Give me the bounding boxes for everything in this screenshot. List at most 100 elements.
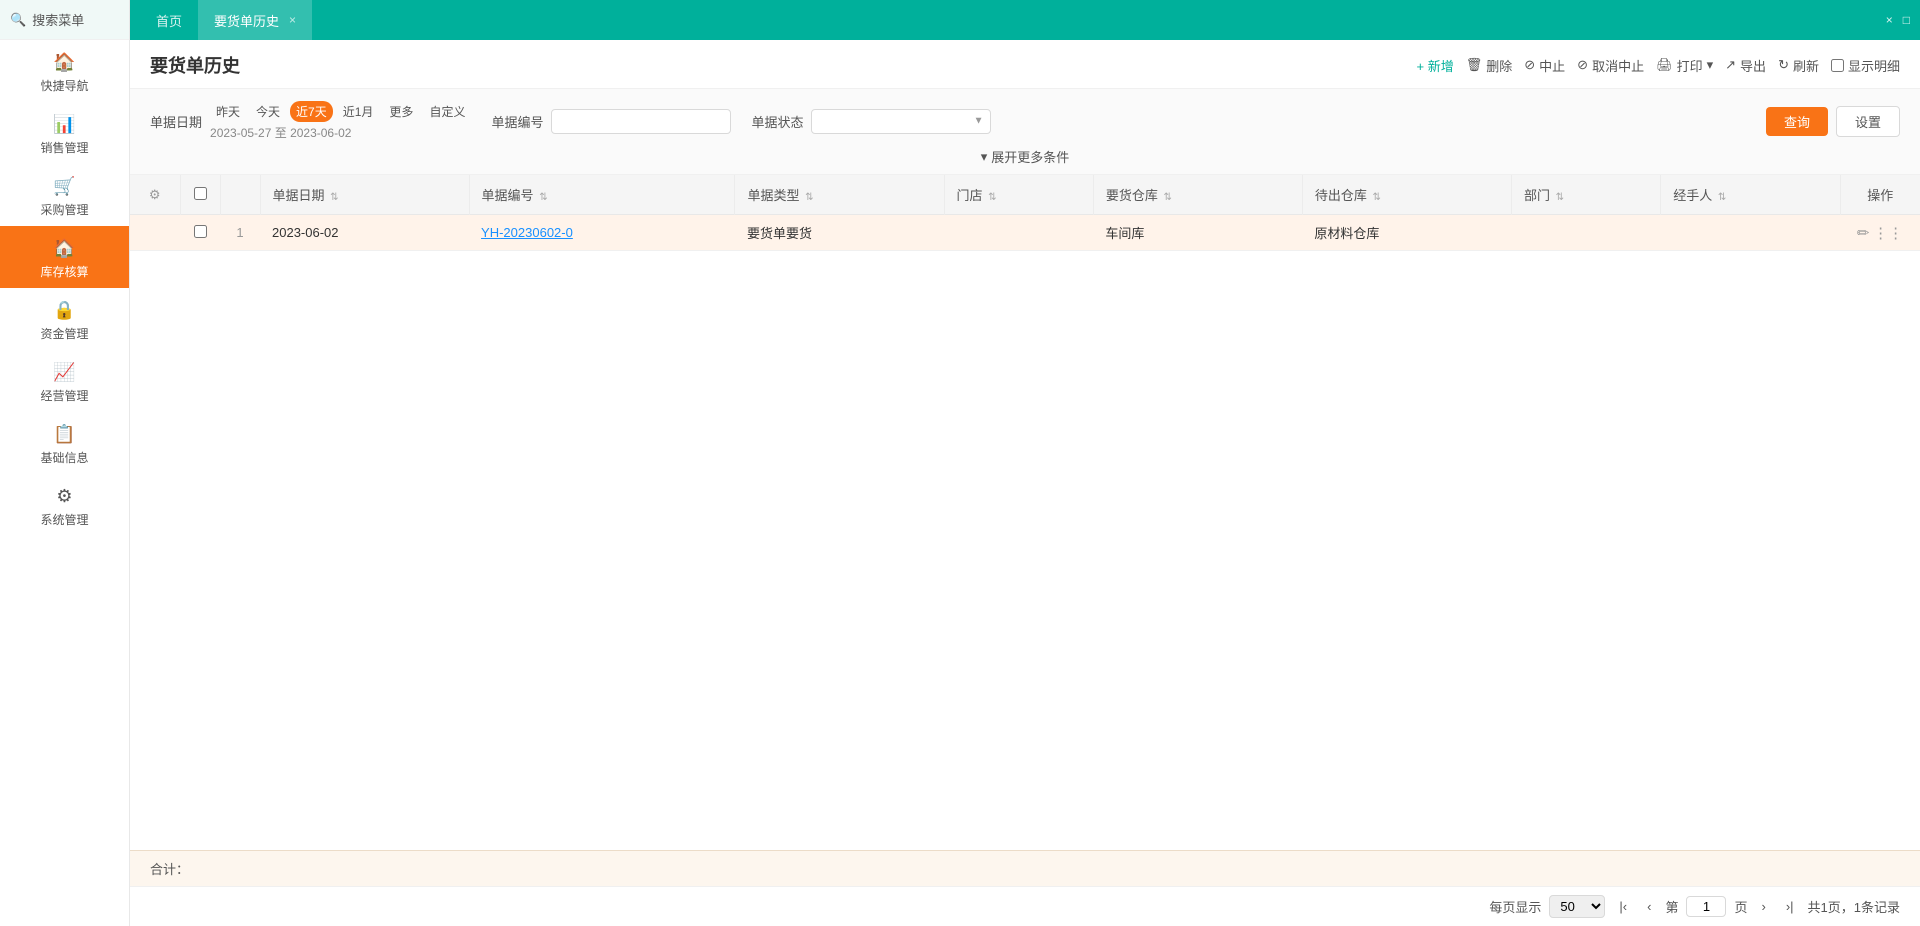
cancel-stop-icon: ⊘	[1577, 57, 1588, 73]
page-unit: 页	[1734, 897, 1747, 916]
col-seq	[220, 175, 260, 215]
settings-button[interactable]: 设置	[1836, 106, 1900, 137]
row-edit-icon[interactable]: ✏	[1857, 225, 1870, 242]
date-shortcuts: 昨天 今天 近7天 近1月 更多 自定义 2023-05-27 至 2023-0…	[210, 101, 471, 141]
sidebar-item-purchase[interactable]: 🛒 采购管理	[0, 164, 129, 226]
nav-tab-history[interactable]: 要货单历史 ×	[198, 0, 312, 40]
new-button[interactable]: + 新增	[1416, 56, 1453, 75]
doc-no-label: 单据编号	[491, 112, 543, 131]
sidebar-item-label: 销售管理	[40, 139, 88, 156]
content-area: 要货单历史 + 新增 🗑 删除 ⊘ 中止 ⊘ 取消中止 🖨 打印	[130, 40, 1920, 926]
sort-icon-store[interactable]: ⇅	[988, 192, 996, 203]
col-doc-type-label: 单据类型	[747, 188, 799, 203]
col-checkbox	[180, 175, 220, 215]
home-icon: 🏠	[53, 52, 75, 73]
row-seq: 1	[220, 215, 260, 251]
first-page-button[interactable]: |‹	[1613, 897, 1633, 916]
row-handler	[1661, 215, 1840, 251]
sidebar-item-quick-nav[interactable]: 🏠 快捷导航	[0, 40, 129, 102]
select-all-checkbox[interactable]	[194, 187, 207, 200]
col-dept-label: 部门	[1524, 188, 1550, 203]
prev-page-button[interactable]: ‹	[1641, 897, 1657, 916]
date-shortcut-yesterday[interactable]: 昨天	[210, 101, 246, 122]
doc-no-input[interactable]	[551, 109, 731, 134]
sidebar-item-sales[interactable]: 📊 销售管理	[0, 102, 129, 164]
sort-icon-dept[interactable]: ⇅	[1556, 192, 1564, 203]
date-range-display: 2023-05-27 至 2023-06-02	[210, 124, 471, 141]
expand-more-btn[interactable]: ▾ 展开更多条件	[150, 141, 1900, 168]
settings-gear-icon[interactable]: ⚙	[149, 187, 161, 202]
sidebar-item-system[interactable]: ⚙ 系统管理	[0, 474, 129, 536]
nav-tab-close-icon[interactable]: ×	[289, 13, 296, 27]
status-select-wrapper	[811, 109, 991, 134]
date-shortcut-more[interactable]: 更多	[383, 101, 419, 122]
show-detail-checkbox-label[interactable]: 显示明细	[1831, 56, 1900, 75]
filter-area: 单据日期 昨天 今天 近7天 近1月 更多 自定义 2023-05-27 至 2…	[130, 89, 1920, 175]
query-button[interactable]: 查询	[1766, 107, 1828, 136]
print-icon: 🖨	[1656, 57, 1673, 73]
sidebar-item-operation[interactable]: 📈 经营管理	[0, 350, 129, 412]
sort-icon-doc-type[interactable]: ⇅	[805, 192, 813, 203]
page-number-input[interactable]	[1686, 896, 1726, 917]
show-detail-checkbox[interactable]	[1831, 59, 1844, 72]
col-doc-no: 单据编号 ⇅	[469, 175, 735, 215]
sort-icon-handler[interactable]: ⇅	[1718, 192, 1726, 203]
col-ops: 操作	[1840, 175, 1920, 215]
refresh-icon: ↻	[1778, 57, 1789, 73]
filter-actions: 查询 设置	[1766, 106, 1900, 137]
status-select[interactable]	[811, 109, 991, 134]
row-more-icon[interactable]: ⋮⋮	[1873, 225, 1903, 242]
refresh-button[interactable]: ↻ 刷新	[1778, 56, 1819, 75]
system-icon: ⚙	[56, 486, 72, 507]
table-header: ⚙ 单据日期 ⇅ 单据编号 ⇅	[130, 175, 1920, 215]
date-shortcut-1month[interactable]: 近1月	[337, 101, 380, 122]
sidebar-item-inventory[interactable]: 🏠 库存核算	[0, 226, 129, 288]
date-shortcut-7days[interactable]: 近7天	[290, 101, 333, 122]
row-req-warehouse: 车间库	[1093, 215, 1302, 251]
expand-label: 展开更多条件	[991, 147, 1069, 166]
doc-no-filter-group: 单据编号	[491, 109, 731, 134]
row-checkbox[interactable]	[194, 225, 207, 238]
stop-button[interactable]: ⊘ 中止	[1524, 56, 1565, 75]
col-store-label: 门店	[957, 188, 983, 203]
status-filter-group: 单据状态	[751, 109, 991, 134]
last-page-button[interactable]: ›|	[1780, 897, 1800, 916]
filter-row: 单据日期 昨天 今天 近7天 近1月 更多 自定义 2023-05-27 至 2…	[150, 101, 1900, 141]
sort-icon-doc-no[interactable]: ⇅	[539, 192, 547, 203]
inventory-icon: 🏠	[53, 238, 75, 259]
row-doc-no-link[interactable]: YH-20230602-0	[481, 225, 573, 240]
col-dept: 部门 ⇅	[1511, 175, 1660, 215]
sort-icon-pending-warehouse[interactable]: ⇅	[1373, 192, 1381, 203]
page-size-select[interactable]: 10 20 50 100	[1549, 895, 1605, 918]
nav-tab-home[interactable]: 首页	[140, 0, 198, 40]
sidebar-item-label: 资金管理	[40, 325, 88, 342]
nav-close-button[interactable]: ×	[1886, 13, 1893, 27]
delete-button[interactable]: 🗑 删除	[1466, 56, 1513, 75]
col-date: 单据日期 ⇅	[260, 175, 469, 215]
next-page-button[interactable]: ›	[1755, 897, 1771, 916]
date-shortcut-custom[interactable]: 自定义	[423, 101, 471, 122]
nav-maximize-button[interactable]: □	[1903, 13, 1910, 27]
col-doc-type: 单据类型 ⇅	[735, 175, 944, 215]
col-ops-label: 操作	[1867, 188, 1893, 203]
top-nav: 首页 要货单历史 × × □	[130, 0, 1920, 40]
sort-icon-req-warehouse[interactable]: ⇅	[1163, 192, 1171, 203]
print-button[interactable]: 🖨 打印 ▾	[1656, 56, 1713, 75]
date-filter-group: 单据日期 昨天 今天 近7天 近1月 更多 自定义 2023-05-27 至 2…	[150, 101, 471, 141]
sidebar-item-label: 系统管理	[40, 511, 88, 528]
date-shortcut-today[interactable]: 今天	[250, 101, 286, 122]
sidebar-search[interactable]: 🔍 搜索菜单	[0, 0, 129, 40]
expand-icon: ▾	[981, 149, 988, 165]
page-title: 要货单历史	[150, 52, 240, 78]
table-footer: 合计：	[130, 850, 1920, 886]
sidebar-item-label: 库存核算	[40, 263, 88, 280]
sort-icon-date[interactable]: ⇅	[330, 192, 338, 203]
cancel-stop-button[interactable]: ⊘ 取消中止	[1577, 56, 1644, 75]
sidebar-item-basic[interactable]: 📋 基础信息	[0, 412, 129, 474]
stop-icon: ⊘	[1524, 57, 1535, 73]
sidebar-item-finance[interactable]: 🔒 资金管理	[0, 288, 129, 350]
col-req-warehouse-label: 要货仓库	[1106, 188, 1158, 203]
export-button[interactable]: ↗ 导出	[1725, 56, 1766, 75]
col-req-warehouse: 要货仓库 ⇅	[1093, 175, 1302, 215]
sidebar-item-label: 基础信息	[40, 449, 88, 466]
